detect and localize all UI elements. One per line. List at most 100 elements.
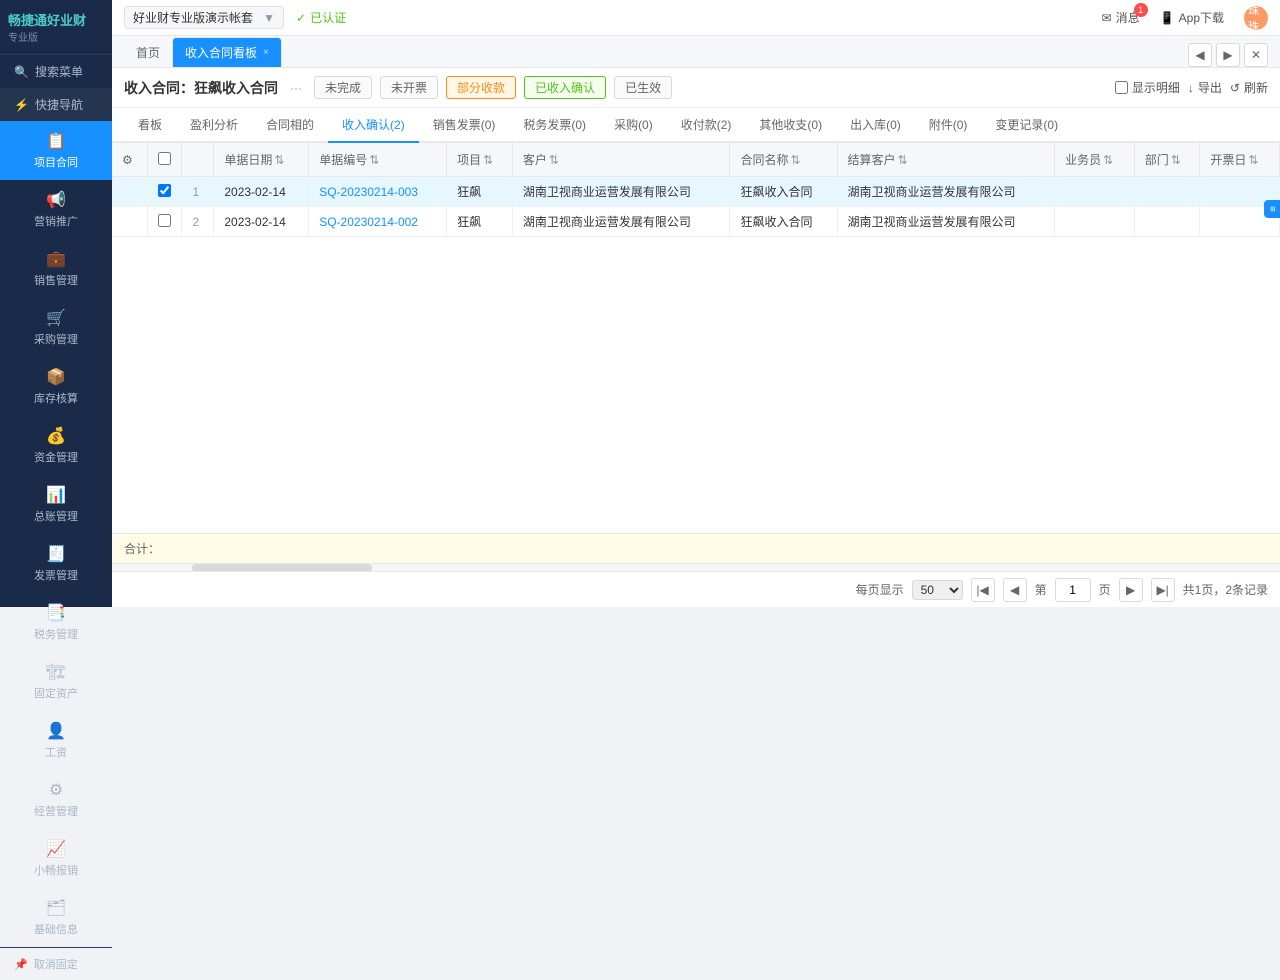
dept-col-header[interactable]: 部门⇅ — [1134, 143, 1200, 177]
sidebar-item-project[interactable]: 📋 项目合同 — [0, 121, 112, 180]
sidebar-bottom: 📌 取消固定 — [0, 947, 112, 980]
export-button[interactable]: ↓ 导出 — [1188, 79, 1222, 96]
show-detail-checkbox[interactable] — [1115, 81, 1128, 94]
contract-col-header[interactable]: 合同名称⇅ — [730, 143, 837, 177]
unpin-button[interactable]: 📌 取消固定 — [0, 948, 112, 980]
tab-purchase[interactable]: 采购(0) — [600, 108, 667, 143]
opendate-col-header[interactable]: 开票日⇅ — [1200, 143, 1280, 177]
status-confirmed-button[interactable]: 已收入确认 — [524, 76, 606, 99]
main-area: 好业财专业版演示帐套 ▼ 已认证 ✉ 1 消息 📱 App下载 珠珠 — [112, 0, 1280, 607]
tabbar: 首页 收入合同看板 × ◀ ▶ ✕ — [112, 36, 1280, 68]
sidebar-item-capital[interactable]: 💰 资金管理 — [0, 416, 112, 475]
tab-profit[interactable]: 盈利分析 — [176, 108, 252, 143]
tab-contract-board[interactable]: 收入合同看板 × — [172, 37, 282, 67]
tab-warehouse[interactable]: 出入库(0) — [836, 108, 915, 143]
settings-col-header[interactable]: ⚙ — [112, 143, 148, 177]
dept-sort-icon: ⇅ — [1171, 153, 1181, 167]
message-button[interactable]: ✉ 1 消息 — [1098, 9, 1140, 26]
more-button[interactable]: ··· — [286, 81, 306, 95]
content-area: 收入合同：狂飙收入合同 ··· 未完成 未开票 部分收款 已收入确认 已生效 显… — [112, 68, 1280, 607]
sidebar-item-invoice[interactable]: 🧾 发票管理 — [0, 534, 112, 593]
first-page-button[interactable]: |◀ — [971, 578, 995, 602]
tab-changes[interactable]: 变更记录(0) — [981, 108, 1072, 143]
sidebar-item-search[interactable]: 🔍 搜索菜单 — [0, 55, 112, 88]
select-all-checkbox[interactable] — [158, 152, 171, 165]
table-row[interactable]: 2 2023-02-14 SQ-20230214-002 狂飙 湖南卫视商业运营… — [112, 207, 1280, 237]
tab-home[interactable]: 首页 — [124, 38, 172, 67]
row-settings[interactable] — [112, 207, 148, 237]
sidebar-item-purchase[interactable]: 🛒 采购管理 — [0, 298, 112, 357]
row-checkbox[interactable] — [148, 177, 182, 207]
opendate-sort-icon: ⇅ — [1248, 153, 1258, 167]
topbar-right: ✉ 1 消息 📱 App下载 珠珠 — [1098, 6, 1268, 30]
tab-payment[interactable]: 收付款(2) — [667, 108, 746, 143]
panel-icon: ≡ — [1267, 206, 1278, 212]
tab-board[interactable]: 看板 — [124, 108, 176, 143]
status-notopen-button[interactable]: 未开票 — [380, 76, 438, 99]
sidebar-item-hr[interactable]: 👤 工资 — [0, 711, 112, 770]
per-page-select[interactable]: 20 50 100 — [912, 580, 963, 600]
user-avatar-area[interactable]: 珠珠 — [1240, 6, 1268, 30]
right-panel-toggle[interactable]: ≡ — [1264, 200, 1280, 218]
table-row[interactable]: 1 2023-02-14 SQ-20230214-003 狂飙 湖南卫视商业运营… — [112, 177, 1280, 207]
purchase-icon: 🛒 — [46, 308, 66, 328]
row-settings[interactable] — [112, 177, 148, 207]
tax-icon: 📑 — [46, 603, 66, 623]
app-download-button[interactable]: 📱 App下载 — [1156, 9, 1224, 26]
sidebar-item-inventory[interactable]: 📦 库存核算 — [0, 357, 112, 416]
tab-sales-invoice[interactable]: 销售发票(0) — [419, 108, 510, 143]
sidebar-item-sales[interactable]: 💼 销售管理 — [0, 239, 112, 298]
salesperson-col-header[interactable]: 业务员⇅ — [1055, 143, 1135, 177]
customer-col-header[interactable]: 客户⇅ — [512, 143, 730, 177]
row-checkbox[interactable] — [148, 207, 182, 237]
contract-sort-icon: ⇅ — [790, 153, 800, 167]
number-col-header[interactable]: 单据编号⇅ — [309, 143, 447, 177]
tab-attachments[interactable]: 附件(0) — [915, 108, 982, 143]
marketing-icon: 📢 — [46, 190, 66, 210]
sidebar-item-report-label: 小畅报销 — [34, 862, 78, 878]
app-type: 专业版 — [8, 29, 104, 44]
sidebar-item-marketing[interactable]: 📢 营销推广 — [0, 180, 112, 239]
next-page-button[interactable]: ▶ — [1119, 578, 1143, 602]
sidebar-item-ops-label: 经营管理 — [34, 803, 78, 819]
sidebar-item-fixed[interactable]: 🏗 固定资产 — [0, 652, 112, 711]
tab-other[interactable]: 其他收支(0) — [745, 108, 836, 143]
last-page-button[interactable]: ▶| — [1151, 578, 1175, 602]
tab-related[interactable]: 合同相的 — [252, 108, 328, 143]
refresh-button[interactable]: ↺ 刷新 — [1230, 79, 1268, 96]
sidebar-item-fixed-label: 固定资产 — [34, 685, 78, 701]
date-col-header[interactable]: 单据日期⇅ — [214, 143, 309, 177]
tab-close-icon[interactable]: × — [263, 47, 269, 58]
sidebar-item-nav[interactable]: ⚡ 快捷导航 — [0, 88, 112, 121]
pagination: 每页显示 20 50 100 |◀ ◀ 第 页 ▶ ▶| 共1页，2条记录 — [112, 571, 1280, 607]
row-date: 2023-02-14 — [214, 177, 309, 207]
tab-close-button[interactable]: ✕ — [1244, 43, 1268, 67]
show-detail-toggle[interactable]: 显示明细 — [1115, 79, 1180, 96]
project-sort-icon: ⇅ — [483, 153, 493, 167]
app-name: 畅捷通好业财 — [8, 10, 104, 29]
sidebar-item-ops[interactable]: ⚙ 经营管理 — [0, 770, 112, 829]
company-selector[interactable]: 好业财专业版演示帐套 ▼ — [124, 6, 284, 29]
table-footer: 合计： — [112, 533, 1280, 563]
topbar: 好业财专业版演示帐套 ▼ 已认证 ✉ 1 消息 📱 App下载 珠珠 — [112, 0, 1280, 36]
company-name: 好业财专业版演示帐套 — [133, 9, 253, 26]
sidebar-item-report[interactable]: 📈 小畅报销 — [0, 829, 112, 888]
sidebar-item-general[interactable]: 📊 总账管理 — [0, 475, 112, 534]
sales-icon: 💼 — [46, 249, 66, 269]
sidebar-item-basic[interactable]: 🗂 基础信息 — [0, 888, 112, 947]
tab-prev-button[interactable]: ◀ — [1188, 43, 1212, 67]
status-effective-button[interactable]: 已生效 — [614, 76, 672, 99]
row-dept — [1134, 177, 1200, 207]
result-customer-col-header[interactable]: 结算客户⇅ — [837, 143, 1055, 177]
prev-page-button[interactable]: ◀ — [1003, 578, 1027, 602]
tab-revenue-confirm[interactable]: 收入确认(2) — [328, 108, 419, 143]
pin-icon: 📌 — [14, 958, 28, 971]
project-col-header[interactable]: 项目⇅ — [447, 143, 513, 177]
status-incomplete-button[interactable]: 未完成 — [314, 76, 372, 99]
page-input[interactable] — [1055, 578, 1091, 602]
tab-tax-invoice[interactable]: 税务发票(0) — [509, 108, 600, 143]
sidebar-item-tax[interactable]: 📑 税务管理 — [0, 593, 112, 652]
status-partial-button[interactable]: 部分收款 — [446, 76, 516, 99]
tab-next-button[interactable]: ▶ — [1216, 43, 1240, 67]
checkbox-col-header — [148, 143, 182, 177]
